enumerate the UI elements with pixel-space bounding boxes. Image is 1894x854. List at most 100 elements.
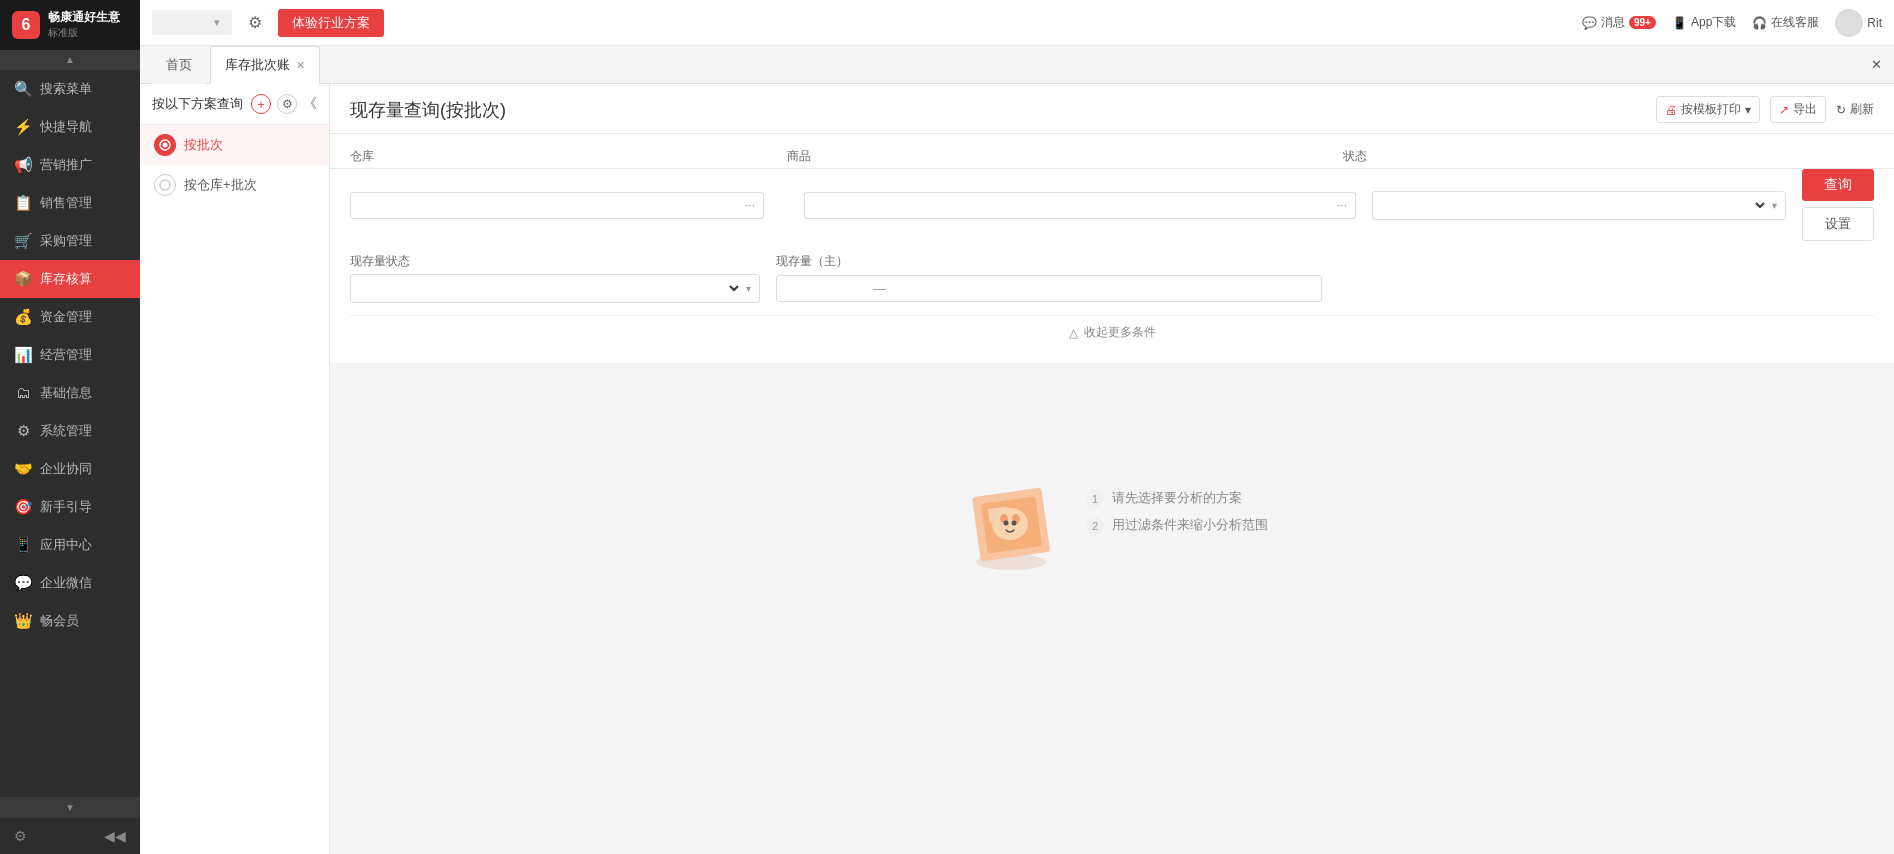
svg-point-11 bbox=[1012, 520, 1017, 525]
customer-service-button[interactable]: 🎧 在线客服 bbox=[1752, 14, 1819, 31]
username-label: Rit bbox=[1867, 16, 1882, 30]
search-icon: 🔍 bbox=[14, 80, 32, 98]
system-icon: ⚙ bbox=[14, 422, 32, 440]
filter-panel: 按以下方案查询 + ⚙ 《 按批次 按仓库+批次 bbox=[140, 84, 330, 854]
filter-active-icon bbox=[154, 134, 176, 156]
print-icon: 🖨 bbox=[1665, 103, 1677, 117]
sidebar-item-label: 应用中心 bbox=[40, 536, 92, 554]
tab-home[interactable]: 首页 bbox=[152, 46, 206, 84]
sidebar-item-guide[interactable]: 🎯 新手引导 bbox=[0, 488, 140, 526]
filter-panel-title: 按以下方案查询 bbox=[152, 95, 243, 113]
trial-button[interactable]: 体验行业方案 bbox=[278, 9, 384, 37]
refresh-button[interactable]: ↻ 刷新 bbox=[1836, 101, 1874, 118]
sidebar-item-label: 采购管理 bbox=[40, 232, 92, 250]
sidebar-item-weixin[interactable]: 💬 企业微信 bbox=[0, 564, 140, 602]
sidebar-item-label: 新手引导 bbox=[40, 498, 92, 516]
purchase-icon: 🛒 bbox=[14, 232, 32, 250]
sidebar-nav: 🔍 搜索菜单 ⚡ 快捷导航 📢 营销推广 📋 销售管理 🛒 采购管理 📦 库存核… bbox=[0, 70, 140, 797]
tab-inventory-batch[interactable]: 库存批次账 ✕ bbox=[210, 46, 320, 84]
sales-icon: 📋 bbox=[14, 194, 32, 212]
sidebar-item-apps[interactable]: 📱 应用中心 bbox=[0, 526, 140, 564]
close-all-icon: ✕ bbox=[1871, 57, 1882, 72]
sidebar-item-finance[interactable]: 💰 资金管理 bbox=[0, 298, 140, 336]
message-icon: 💬 bbox=[1582, 16, 1597, 30]
filter-item-by-batch[interactable]: 按批次 bbox=[140, 125, 329, 165]
tab-home-label: 首页 bbox=[166, 56, 192, 74]
settings-icon[interactable]: ⚙ bbox=[14, 828, 27, 844]
app-download-button[interactable]: 📱 App下载 bbox=[1672, 14, 1736, 31]
hint-num-1: 1 bbox=[1086, 490, 1104, 508]
page-title: 现存量查询(按批次) bbox=[350, 98, 506, 122]
sidebar-item-sales[interactable]: 📋 销售管理 bbox=[0, 184, 140, 222]
empty-icon bbox=[956, 462, 1056, 562]
right-content: 现存量查询(按批次) 🖨 按模板打印 ▾ ↗ 导出 ↻ bbox=[330, 84, 1894, 854]
print-button[interactable]: 🖨 按模板打印 ▾ bbox=[1656, 96, 1760, 123]
messages-label: 消息 bbox=[1601, 14, 1625, 31]
sidebar-item-label: 资金管理 bbox=[40, 308, 92, 326]
topbar: ▾ ⚙ 体验行业方案 💬 消息 99+ 📱 App下载 🎧 在线客服 Rit bbox=[140, 0, 1894, 46]
sidebar-scroll-up[interactable]: ▲ bbox=[0, 50, 140, 70]
enterprise-icon: 🤝 bbox=[14, 460, 32, 478]
sidebar-item-label: 销售管理 bbox=[40, 194, 92, 212]
sidebar-item-operations[interactable]: 📊 经营管理 bbox=[0, 336, 140, 374]
phone-icon: 📱 bbox=[1672, 16, 1687, 30]
page-header-actions: 🖨 按模板打印 ▾ ↗ 导出 ↻ 刷新 bbox=[1656, 96, 1874, 123]
filter-add-button[interactable]: + bbox=[251, 94, 271, 114]
customer-service-label: 在线客服 bbox=[1771, 14, 1819, 31]
export-button[interactable]: ↗ 导出 bbox=[1770, 96, 1826, 123]
filter-panel-header: 按以下方案查询 + ⚙ 《 bbox=[140, 84, 329, 125]
print-chevron-icon: ▾ bbox=[1745, 103, 1751, 117]
export-label: 导出 bbox=[1793, 101, 1817, 118]
sidebar-item-member[interactable]: 👑 畅会员 bbox=[0, 602, 140, 640]
page-header: 现存量查询(按批次) 🖨 按模板打印 ▾ ↗ 导出 ↻ bbox=[330, 84, 1894, 134]
svg-point-10 bbox=[1004, 520, 1009, 525]
sidebar-item-system[interactable]: ⚙ 系统管理 bbox=[0, 412, 140, 450]
sidebar-item-label: 畅会员 bbox=[40, 612, 79, 630]
company-name: 畅康通好生意 bbox=[48, 10, 120, 26]
refresh-label: 刷新 bbox=[1850, 101, 1874, 118]
empty-state: 1 请先选择要分析的方案 2 用过滤条件来缩小分析范围 bbox=[330, 169, 1894, 854]
print-label: 按模板打印 bbox=[1681, 101, 1741, 118]
app-logo: 6 bbox=[12, 11, 40, 39]
topbar-right: 💬 消息 99+ 📱 App下载 🎧 在线客服 Rit bbox=[1582, 9, 1882, 37]
user-profile-button[interactable]: Rit bbox=[1835, 9, 1882, 37]
tab-close-icon[interactable]: ✕ bbox=[296, 59, 305, 72]
sidebar-item-search[interactable]: 🔍 搜索菜单 bbox=[0, 70, 140, 108]
topbar-settings-icon[interactable]: ⚙ bbox=[240, 8, 270, 38]
filter-settings-icon[interactable]: ⚙ bbox=[277, 94, 297, 114]
member-icon: 👑 bbox=[14, 612, 32, 630]
sidebar-item-inventory[interactable]: 📦 库存核算 bbox=[0, 260, 140, 298]
breadcrumb-text bbox=[162, 14, 210, 31]
operations-icon: 📊 bbox=[14, 346, 32, 364]
sidebar-item-quick-nav[interactable]: ⚡ 快捷导航 bbox=[0, 108, 140, 146]
marketing-icon: 📢 bbox=[14, 156, 32, 174]
inventory-icon: 📦 bbox=[14, 270, 32, 288]
collapse-icon[interactable]: ◀◀ bbox=[104, 828, 126, 844]
hint-text-2: 用过滤条件来缩小分析范围 bbox=[1112, 516, 1268, 534]
filter-item-by-warehouse-batch[interactable]: 按仓库+批次 bbox=[140, 165, 329, 205]
sidebar-item-enterprise[interactable]: 🤝 企业协同 bbox=[0, 450, 140, 488]
quick-nav-icon: ⚡ bbox=[14, 118, 32, 136]
filter-collapse-icon[interactable]: 《 bbox=[303, 95, 317, 113]
messages-button[interactable]: 💬 消息 99+ bbox=[1582, 14, 1656, 31]
breadcrumb-chevron-icon: ▾ bbox=[214, 16, 220, 29]
sidebar-item-marketing[interactable]: 📢 营销推广 bbox=[0, 146, 140, 184]
breadcrumb[interactable]: ▾ bbox=[152, 10, 232, 35]
tab-close-panel[interactable]: ✕ bbox=[1871, 57, 1882, 72]
sidebar-item-basic[interactable]: 🗂 基础信息 bbox=[0, 374, 140, 412]
sidebar-scroll-down[interactable]: ▼ bbox=[0, 797, 140, 817]
sidebar-item-purchase[interactable]: 🛒 采购管理 bbox=[0, 222, 140, 260]
sidebar-item-label: 营销推广 bbox=[40, 156, 92, 174]
avatar bbox=[1835, 9, 1863, 37]
app-title-block: 畅康通好生意 标准版 bbox=[48, 10, 120, 40]
basic-icon: 🗂 bbox=[14, 384, 32, 401]
guide-icon: 🎯 bbox=[14, 498, 32, 516]
sidebar-item-label: 基础信息 bbox=[40, 384, 92, 402]
sidebar-item-label: 企业微信 bbox=[40, 574, 92, 592]
sidebar-item-label: 库存核算 bbox=[40, 270, 92, 288]
export-icon: ↗ bbox=[1779, 103, 1789, 117]
sidebar-item-label: 经营管理 bbox=[40, 346, 92, 364]
empty-hint-2: 2 用过滤条件来缩小分析范围 bbox=[1086, 516, 1268, 535]
refresh-icon: ↻ bbox=[1836, 103, 1846, 117]
svg-point-1 bbox=[163, 143, 168, 148]
